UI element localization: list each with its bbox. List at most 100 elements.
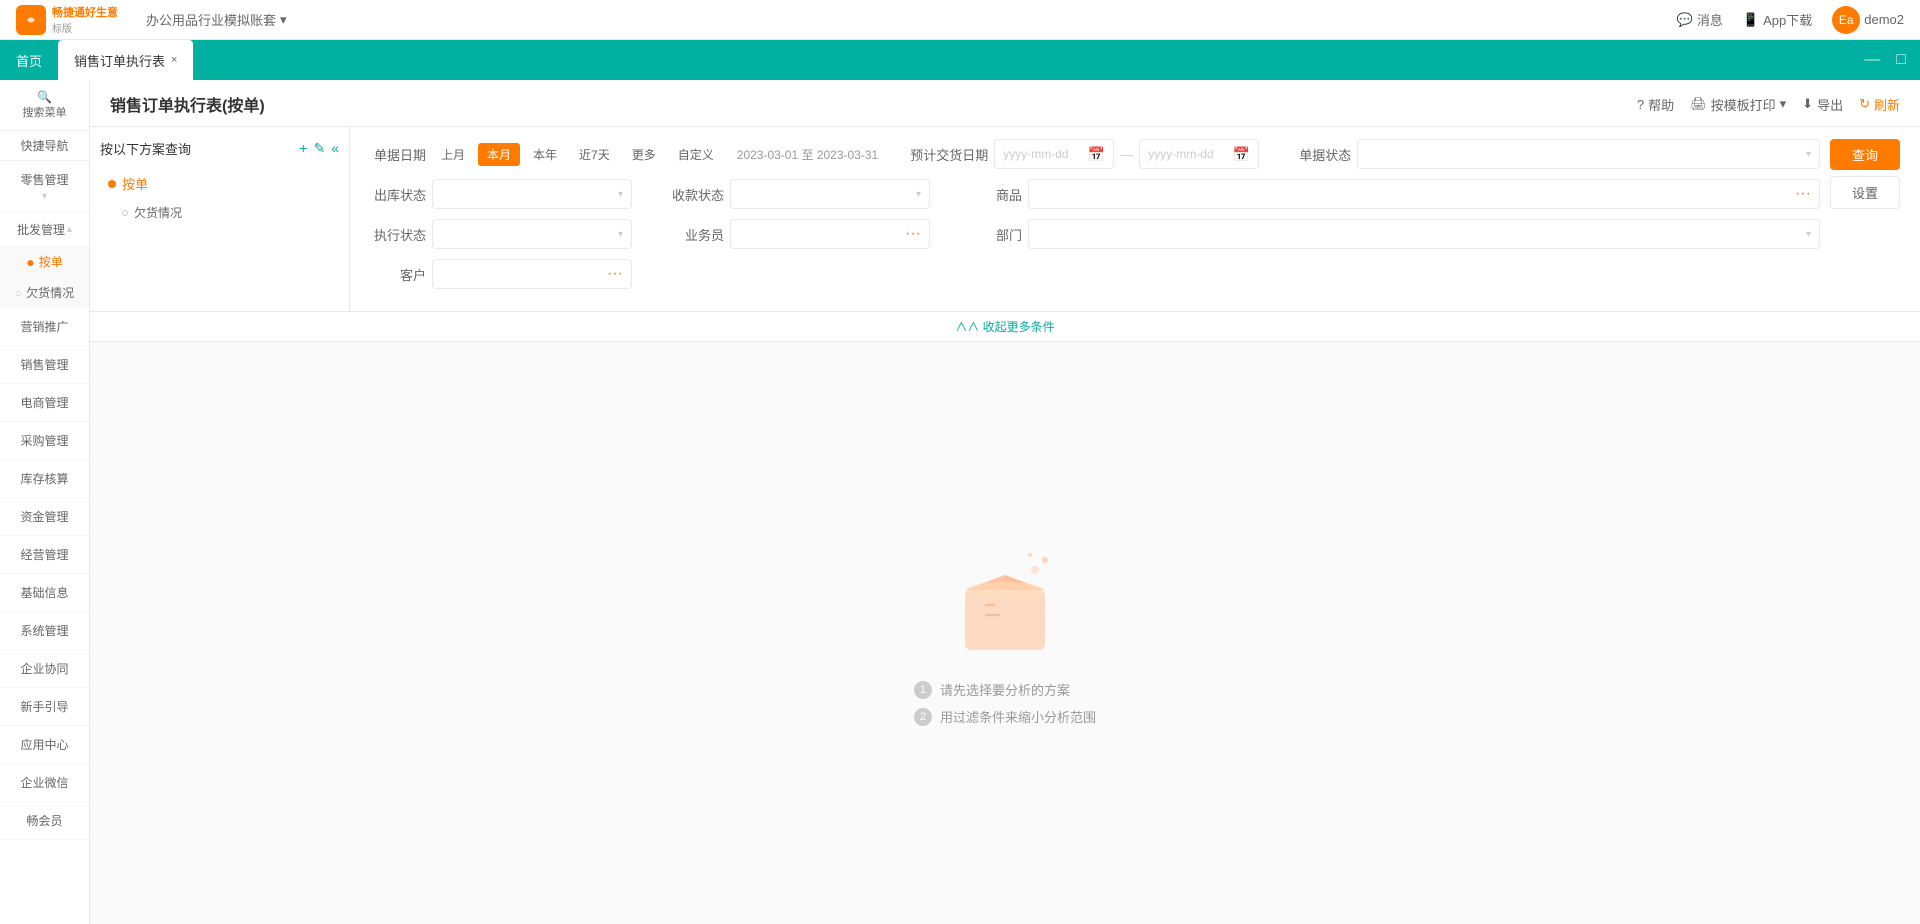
refresh-button[interactable]: ↻ 刷新: [1859, 95, 1900, 114]
date-tab-this-month[interactable]: 本月: [478, 143, 520, 166]
date-tab-last-month[interactable]: 上月: [432, 143, 474, 166]
sidebar-item-system[interactable]: 系统管理: [0, 612, 89, 650]
sidebar-item-marketing[interactable]: 营销推广: [0, 308, 89, 346]
sidebar-sub-item-credit[interactable]: ○ 欠货情况: [0, 277, 89, 308]
sidebar-item-guide[interactable]: 新手引导: [0, 688, 89, 726]
avatar: Ea: [1832, 6, 1860, 34]
chevron-up-icon: ▴: [67, 224, 72, 235]
sidebar-item-wholesale-group: 批发管理 ▴ ● 按单 ○ 欠货情况: [0, 213, 89, 308]
page-title-row: 销售订单执行表(按单) ? 帮助 🖨 按模板打印 ▾ ⬇ 导出: [110, 92, 1900, 126]
customer-input[interactable]: ···: [432, 259, 632, 289]
sidebar-sub-item-order[interactable]: ● 按单: [0, 246, 89, 277]
execution-select[interactable]: ▾: [432, 219, 632, 249]
sidebar-item-sales[interactable]: 销售管理: [0, 346, 89, 384]
sidebar-item-label: 零售管理: [20, 171, 68, 188]
refresh-icon: ↻: [1859, 96, 1870, 112]
tab-home[interactable]: 首页: [0, 40, 58, 80]
department-select[interactable]: ▾: [1028, 219, 1820, 249]
empty-step-1: 1 请先选择要分析的方案: [914, 680, 1096, 699]
chevron-down-icon: ▾: [618, 229, 623, 240]
filter-row-4: 客户 ···: [366, 259, 1820, 289]
tab-bar: 首页 销售订单执行表 × — □: [0, 40, 1920, 80]
date-filter-group: 单据日期 上月 本月 本年 近7天 更多 自定义 2023-03-01 至 20…: [366, 143, 878, 166]
add-plan-button[interactable]: +: [299, 140, 307, 157]
filter-area: 按以下方案查询 + ✎ « 按单 欠货情况: [90, 127, 1920, 312]
status-select[interactable]: ▾: [1357, 139, 1820, 169]
plan-sub-item-credit[interactable]: 欠货情况: [100, 199, 339, 226]
calendar-icon: 📅: [1088, 146, 1105, 163]
date-tab-this-year[interactable]: 本年: [524, 143, 566, 166]
sidebar-item-enterprise[interactable]: 企业协同: [0, 650, 89, 688]
filter-row-2: 出库状态 ▾ 收款状态 ▾ 商品 ···: [366, 179, 1820, 209]
query-button[interactable]: 查询: [1830, 139, 1900, 170]
edit-plan-button[interactable]: ✎: [313, 140, 325, 157]
chevron-down-icon: ▾: [1806, 149, 1811, 160]
status-group: 单据状态 ▾: [1291, 139, 1820, 169]
calendar-icon-2: 📅: [1233, 146, 1250, 163]
sidebar-item-retail[interactable]: 零售管理 ▾: [0, 161, 89, 213]
plan-item-order[interactable]: 按单: [100, 168, 339, 199]
delivery-select[interactable]: ▾: [432, 179, 632, 209]
date-tab-custom[interactable]: 自定义: [669, 143, 723, 166]
sidebar-sub-wholesale: ● 按单 ○ 欠货情况: [0, 246, 89, 308]
sidebar-item-finance[interactable]: 资金管理: [0, 498, 89, 536]
sidebar: 🔍 搜索菜单 快捷导航 零售管理 ▾ 批发管理 ▴ ● 按单 ○ 欠: [0, 80, 90, 924]
expected-date-from[interactable]: yyyy-mm-dd 📅: [994, 139, 1114, 169]
query-buttons: 查询 设置: [1830, 139, 1900, 209]
setting-button[interactable]: 设置: [1830, 176, 1900, 209]
filter-row-1: 单据日期 上月 本月 本年 近7天 更多 自定义 2023-03-01 至 20…: [366, 139, 1820, 169]
sidebar-item-ecommerce[interactable]: 电商管理: [0, 384, 89, 422]
page-title: 销售订单执行表(按单): [110, 92, 265, 116]
sidebar-item-operation[interactable]: 经营管理: [0, 536, 89, 574]
sidebar-item-basic[interactable]: 基础信息: [0, 574, 89, 612]
print-button[interactable]: 🖨 按模板打印 ▾: [1690, 95, 1786, 114]
empty-illustration: [945, 540, 1065, 660]
expected-date-group: 预计交货日期 yyyy-mm-dd 📅 — yyyy-mm-dd 📅: [910, 139, 1259, 169]
sidebar-item-apps[interactable]: 应用中心: [0, 726, 89, 764]
chevron-down-icon: ▾: [1780, 96, 1787, 112]
top-header: 畅捷通好生意 标版 办公用品行业模拟账套 ▾ 💬 消息 📱 App下载 Ea d…: [0, 0, 1920, 40]
sidebar-search[interactable]: 🔍 搜索菜单: [0, 80, 89, 131]
step-num-2: 2: [914, 708, 932, 726]
sidebar-item-wholesale[interactable]: 批发管理 ▴: [0, 213, 89, 246]
date-dash: —: [1120, 147, 1133, 162]
sidebar-item-purchase[interactable]: 采购管理: [0, 422, 89, 460]
chevron-down-icon: ▾: [1806, 229, 1811, 240]
empty-steps: 1 请先选择要分析的方案 2 用过滤条件来缩小分析范围: [914, 680, 1096, 726]
maximize-button[interactable]: □: [1892, 47, 1910, 73]
plan-sub-dot: [122, 210, 128, 216]
sidebar-nav-shortcuts[interactable]: 快捷导航: [0, 131, 89, 161]
sidebar-item-wechat[interactable]: 企业微信: [0, 764, 89, 802]
date-tabs: 上月 本月 本年 近7天 更多 自定义: [432, 143, 723, 166]
print-icon: 🖨: [1690, 96, 1707, 112]
sidebar-item-inventory[interactable]: 库存核算: [0, 460, 89, 498]
page-header: 销售订单执行表(按单) ? 帮助 🖨 按模板打印 ▾ ⬇ 导出: [90, 80, 1920, 127]
payment-select[interactable]: ▾: [730, 179, 930, 209]
salesperson-input[interactable]: ···: [730, 219, 930, 249]
app-download-button[interactable]: 📱 App下载: [1743, 10, 1812, 29]
message-button[interactable]: 💬 消息: [1677, 10, 1723, 29]
expected-date-to[interactable]: yyyy-mm-dd 📅: [1139, 139, 1259, 169]
tab-sales-execution[interactable]: 销售订单执行表 ×: [58, 40, 193, 80]
date-tab-7days[interactable]: 近7天: [570, 143, 619, 166]
industry-selector[interactable]: 办公用品行业模拟账套 ▾: [146, 10, 287, 29]
goods-group: 商品 ···: [962, 179, 1820, 209]
sidebar-item-member[interactable]: 畅会员: [0, 802, 89, 840]
goods-input[interactable]: ···: [1028, 179, 1820, 209]
collapse-bar[interactable]: ∧∧ 收起更多条件: [90, 312, 1920, 342]
collapse-plan-button[interactable]: «: [331, 140, 339, 157]
user-profile[interactable]: Ea demo2: [1832, 6, 1904, 34]
minimize-button[interactable]: —: [1860, 47, 1884, 73]
tab-close-icon[interactable]: ×: [171, 54, 177, 66]
date-tab-more[interactable]: 更多: [623, 143, 665, 166]
payment-group: 收款状态 ▾: [664, 179, 930, 209]
dots-icon-3: ···: [607, 265, 623, 283]
header-left: 畅捷通好生意 标版 办公用品行业模拟账套 ▾: [16, 4, 287, 35]
filter-left-icons: + ✎ «: [299, 140, 339, 157]
help-icon: ?: [1637, 97, 1644, 112]
tab-bar-actions: — □: [1860, 47, 1920, 73]
help-button[interactable]: ? 帮助: [1637, 95, 1674, 114]
collapse-up-icon: ∧∧: [955, 320, 982, 334]
chevron-down-icon: ▾: [618, 189, 623, 200]
export-button[interactable]: ⬇ 导出: [1802, 95, 1843, 114]
